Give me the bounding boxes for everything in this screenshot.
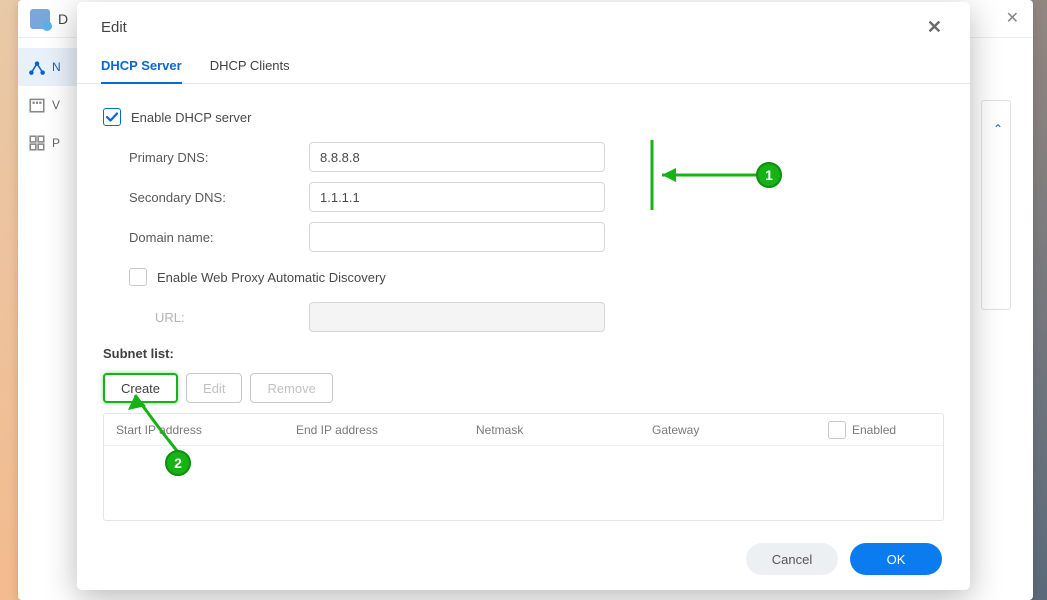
subnet-table: Start IP address End IP address Netmask …: [103, 413, 944, 521]
url-input: [309, 302, 605, 332]
network-icon: [28, 58, 46, 76]
col-end-ip: End IP address: [284, 423, 464, 437]
col-enabled-label: Enabled: [852, 423, 896, 437]
webproxy-row: Enable Web Proxy Automatic Discovery: [103, 262, 944, 292]
primary-dns-row: Primary DNS:: [103, 142, 944, 172]
create-button[interactable]: Create: [103, 373, 178, 403]
url-label: URL:: [155, 310, 309, 325]
secondary-dns-row: Secondary DNS:: [103, 182, 944, 212]
cancel-button[interactable]: Cancel: [746, 543, 838, 575]
enable-dhcp-row: Enable DHCP server: [103, 102, 944, 132]
secondary-dns-input[interactable]: [309, 182, 605, 212]
tab-bar: DHCP Server DHCP Clients: [77, 52, 970, 84]
table-header: Start IP address End IP address Netmask …: [104, 414, 943, 446]
sidebar-label: P: [52, 136, 60, 150]
app-icon: [30, 9, 50, 29]
col-enabled: Enabled: [816, 421, 943, 439]
sidebar-label: N: [52, 60, 61, 74]
primary-dns-label: Primary DNS:: [129, 150, 309, 165]
col-start-ip: Start IP address: [104, 423, 284, 437]
primary-dns-input[interactable]: [309, 142, 605, 172]
tab-dhcp-clients[interactable]: DHCP Clients: [210, 52, 290, 83]
webproxy-label: Enable Web Proxy Automatic Discovery: [157, 270, 386, 285]
enable-dhcp-checkbox[interactable]: [103, 108, 121, 126]
domain-name-input[interactable]: [309, 222, 605, 252]
domain-name-label: Domain name:: [129, 230, 309, 245]
sidebar-label: V: [52, 98, 60, 112]
bg-title: D: [58, 11, 68, 27]
enabled-header-checkbox[interactable]: [828, 421, 846, 439]
ok-button[interactable]: OK: [850, 543, 942, 575]
dialog-body: Enable DHCP server Primary DNS: Secondar…: [77, 84, 970, 528]
webproxy-checkbox[interactable]: [129, 268, 147, 286]
edit-button: Edit: [186, 373, 242, 403]
close-icon[interactable]: ✕: [923, 13, 946, 42]
secondary-dns-label: Secondary DNS:: [129, 190, 309, 205]
subnet-list-title: Subnet list:: [103, 346, 944, 361]
col-netmask: Netmask: [464, 423, 640, 437]
dialog-title: Edit: [101, 19, 127, 36]
domain-name-row: Domain name:: [103, 222, 944, 252]
building-icon: [28, 96, 46, 114]
bg-close-icon[interactable]: ✕: [1006, 8, 1019, 28]
dialog-footer: Cancel OK: [77, 528, 970, 590]
url-row: URL:: [103, 302, 944, 332]
enable-dhcp-label: Enable DHCP server: [131, 110, 251, 125]
chevron-up-icon[interactable]: ⌃: [993, 122, 1003, 136]
edit-dialog: Edit ✕ DHCP Server DHCP Clients Enable D…: [77, 2, 970, 590]
grid-icon: [28, 134, 46, 152]
tab-dhcp-server[interactable]: DHCP Server: [101, 52, 182, 83]
col-gateway: Gateway: [640, 423, 816, 437]
remove-button: Remove: [250, 373, 332, 403]
subnet-toolbar: Create Edit Remove: [103, 373, 944, 403]
dialog-header: Edit ✕: [77, 2, 970, 52]
